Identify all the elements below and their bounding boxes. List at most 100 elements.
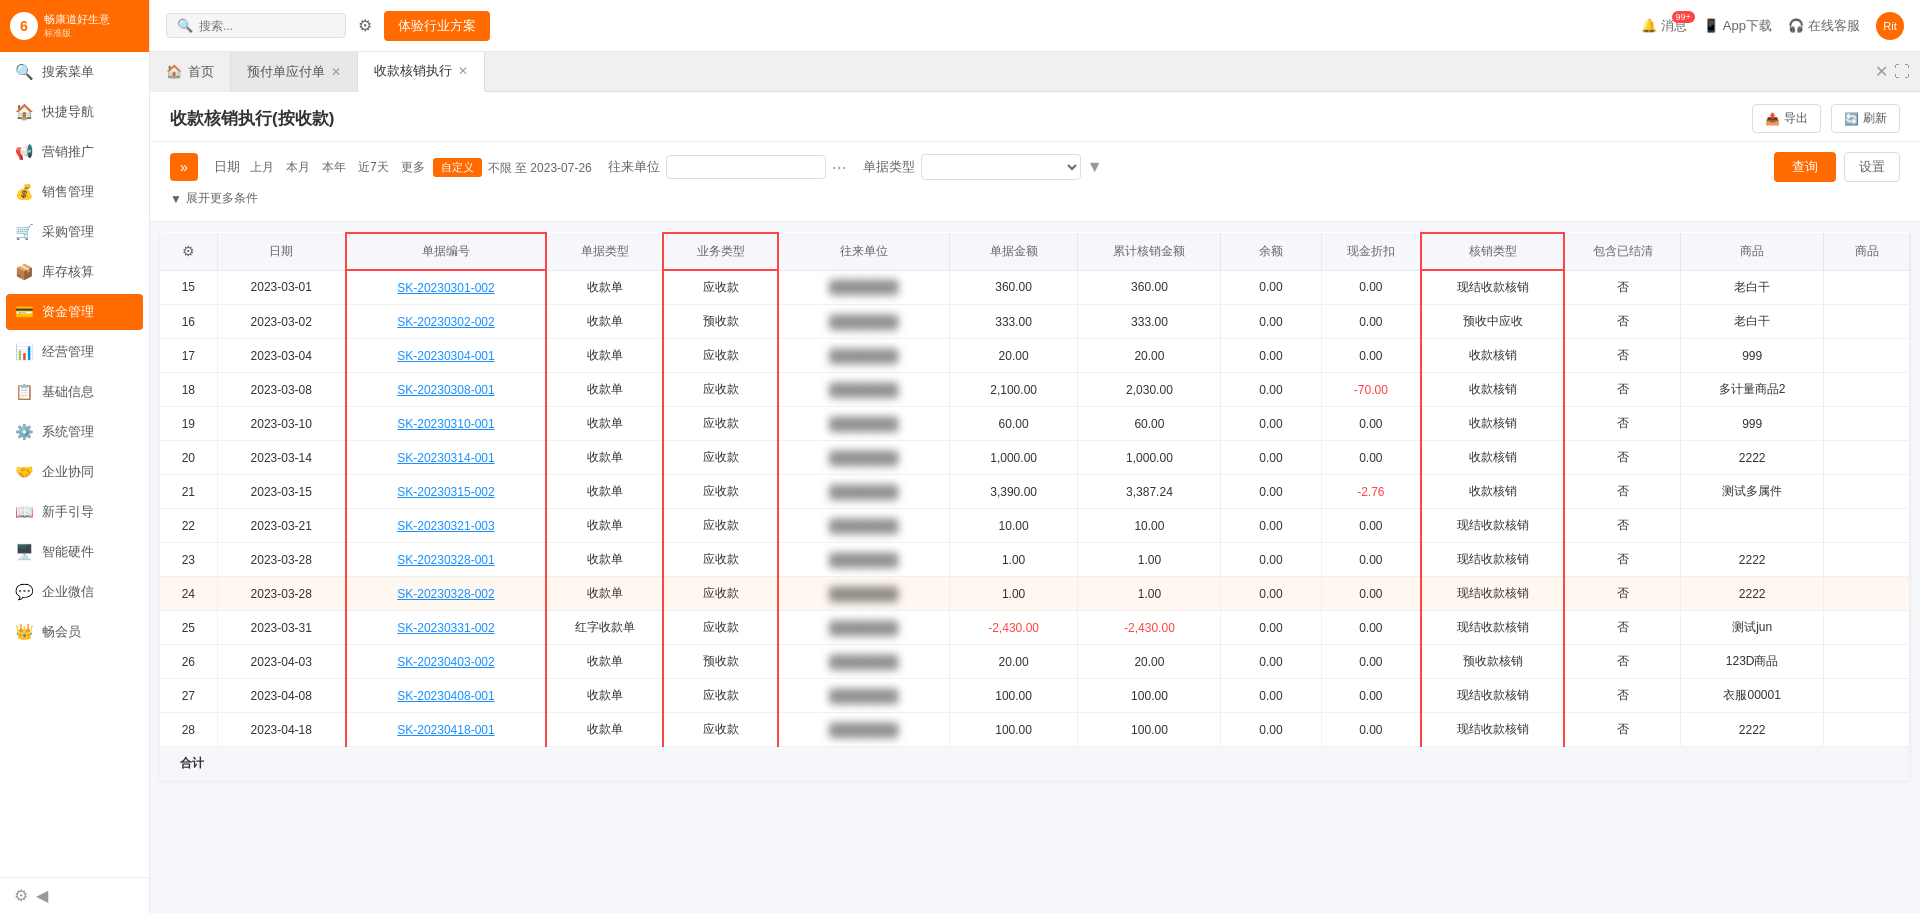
col-header-gear: ⚙ [160,233,217,270]
cell-balance: 0.00 [1221,305,1321,339]
filter-bar: » 日期 上月 本月 本年 近7天 更多 自定义 不限 至 2023-07-26 [150,142,1920,222]
bill-no-link[interactable]: SK-20230403-002 [397,655,494,669]
bill-no-link[interactable]: SK-20230328-002 [397,587,494,601]
topbar-right: 🔔 消息 99+ 📱 App下载 🎧 在线客服 Rit [1641,12,1904,40]
tab-maximize-icon[interactable]: ⛶ [1894,63,1910,81]
tab-collect[interactable]: 收款核销执行 ✕ [358,52,485,92]
date-custom-button[interactable]: 自定义 [433,158,482,177]
online-service-button[interactable]: 🎧 在线客服 [1788,17,1860,35]
cell-date: 2023-03-28 [217,543,346,577]
cell-biz-type: 应收款 [663,270,777,305]
col-header-partner: 往来单位 [778,233,950,270]
sidebar-item-member[interactable]: 👑 畅会员 [0,612,149,652]
bill-no-link[interactable]: SK-20230321-003 [397,519,494,533]
date-filter-group: 日期 上月 本月 本年 近7天 更多 自定义 不限 至 2023-07-26 [214,157,592,178]
query-button[interactable]: 查询 [1774,152,1836,182]
tab-prepay-close[interactable]: ✕ [331,65,341,79]
bill-no-link[interactable]: SK-20230328-001 [397,553,494,567]
partner-filter-group: 往来单位 ··· [608,155,847,179]
cell-amount: 60.00 [949,407,1078,441]
receipt-type-expand-icon[interactable]: ▼ [1087,158,1103,176]
sidebar-item-system[interactable]: ⚙️ 系统管理 [0,412,149,452]
cell-index: 21 [160,475,217,509]
sidebar-item-wechat[interactable]: 💬 企业微信 [0,572,149,612]
sidebar-item-quicknav[interactable]: 🏠 快捷导航 [0,92,149,132]
filter-toggle-button[interactable]: » [170,153,198,181]
app-download-button[interactable]: 📱 App下载 [1703,17,1772,35]
sidebar-item-inventory[interactable]: 📦 库存核算 [0,252,149,292]
user-avatar[interactable]: Rit [1876,12,1904,40]
bill-no-link[interactable]: SK-20230301-002 [397,281,494,295]
sidebar-item-basic[interactable]: 📋 基础信息 [0,372,149,412]
cell-balance: 0.00 [1221,679,1321,713]
cell-partner: ████████ [778,713,950,747]
date-this-month[interactable]: 本月 [282,157,314,178]
date-last-month[interactable]: 上月 [246,157,278,178]
sidebar-item-finance[interactable]: 💳 资金管理 [6,294,143,330]
sidebar-item-ops[interactable]: 📊 经营管理 [0,332,149,372]
sidebar-item-hardware[interactable]: 🖥️ 智能硬件 [0,532,149,572]
tab-collect-close[interactable]: ✕ [458,64,468,78]
partner-input[interactable] [666,155,826,179]
cell-goods2 [1824,305,1910,339]
bill-no-link[interactable]: SK-20230331-002 [397,621,494,635]
export-button[interactable]: 📤 导出 [1752,104,1821,133]
sidebar-item-guide[interactable]: 📖 新手引导 [0,492,149,532]
search-input[interactable] [199,19,319,33]
date-this-year[interactable]: 本年 [318,157,350,178]
cell-goods: 2222 [1681,713,1824,747]
cell-balance: 0.00 [1221,543,1321,577]
bill-no-link[interactable]: SK-20230314-001 [397,451,494,465]
cell-goods: 123D商品 [1681,645,1824,679]
partner-more-icon[interactable]: ··· [832,157,847,178]
cell-biz-type: 应收款 [663,475,777,509]
notification-button[interactable]: 🔔 消息 99+ [1641,17,1687,35]
cell-discount: 0.00 [1321,543,1421,577]
receipt-type-select[interactable] [921,154,1081,180]
date-7days[interactable]: 近7天 [354,157,393,178]
cell-index: 28 [160,713,217,747]
column-settings-icon[interactable]: ⚙ [182,243,195,259]
bill-no-link[interactable]: SK-20230308-001 [397,383,494,397]
cell-amount: 2,100.00 [949,373,1078,407]
cell-cum-cancel: 100.00 [1078,713,1221,747]
bill-no-link[interactable]: SK-20230302-002 [397,315,494,329]
sidebar-item-corp[interactable]: 🤝 企业协同 [0,452,149,492]
settings-icon[interactable]: ⚙ [358,16,372,35]
cell-amount: 3,390.00 [949,475,1078,509]
cell-cancel-type: 收款核销 [1421,373,1564,407]
col-header-cum: 累计核销金额 [1078,233,1221,270]
bill-no-link[interactable]: SK-20230310-001 [397,417,494,431]
tab-home[interactable]: 🏠 首页 [150,52,231,92]
cell-date: 2023-03-01 [217,270,346,305]
expand-filter-button[interactable]: ▼ 展开更多条件 [170,186,1900,211]
bill-no-link[interactable]: SK-20230418-001 [397,723,494,737]
date-more[interactable]: 更多 [397,157,429,178]
cell-goods2 [1824,713,1910,747]
cell-incl-settled: 否 [1564,577,1681,611]
cell-index: 17 [160,339,217,373]
collapse-icon[interactable]: ◀ [36,886,48,905]
tab-prepay[interactable]: 预付单应付单 ✕ [231,52,358,92]
solution-button[interactable]: 体验行业方案 [384,11,490,41]
bill-no-link[interactable]: SK-20230304-001 [397,349,494,363]
col-header-incl: 包含已结清 [1564,233,1681,270]
cell-goods: 测试jun [1681,611,1824,645]
cell-balance: 0.00 [1221,577,1321,611]
settings-bottom-icon[interactable]: ⚙ [14,886,28,905]
col-header-goods2: 商品 [1824,233,1910,270]
sidebar-item-search[interactable]: 🔍 搜索菜单 [0,52,149,92]
cell-cancel-type: 收款核销 [1421,407,1564,441]
tab-close-icon[interactable]: ✕ [1875,62,1888,81]
filter-settings-button[interactable]: 设置 [1844,152,1900,182]
sidebar-item-sales[interactable]: 💰 销售管理 [0,172,149,212]
inventory-icon: 📦 [14,263,34,281]
bill-no-link[interactable]: SK-20230315-002 [397,485,494,499]
bill-no-link[interactable]: SK-20230408-001 [397,689,494,703]
cell-index: 15 [160,270,217,305]
cell-discount: 0.00 [1321,509,1421,543]
sidebar-item-purchase[interactable]: 🛒 采购管理 [0,212,149,252]
refresh-button[interactable]: 🔄 刷新 [1831,104,1900,133]
sidebar-item-marketing[interactable]: 📢 营销推广 [0,132,149,172]
cell-discount: 0.00 [1321,713,1421,747]
